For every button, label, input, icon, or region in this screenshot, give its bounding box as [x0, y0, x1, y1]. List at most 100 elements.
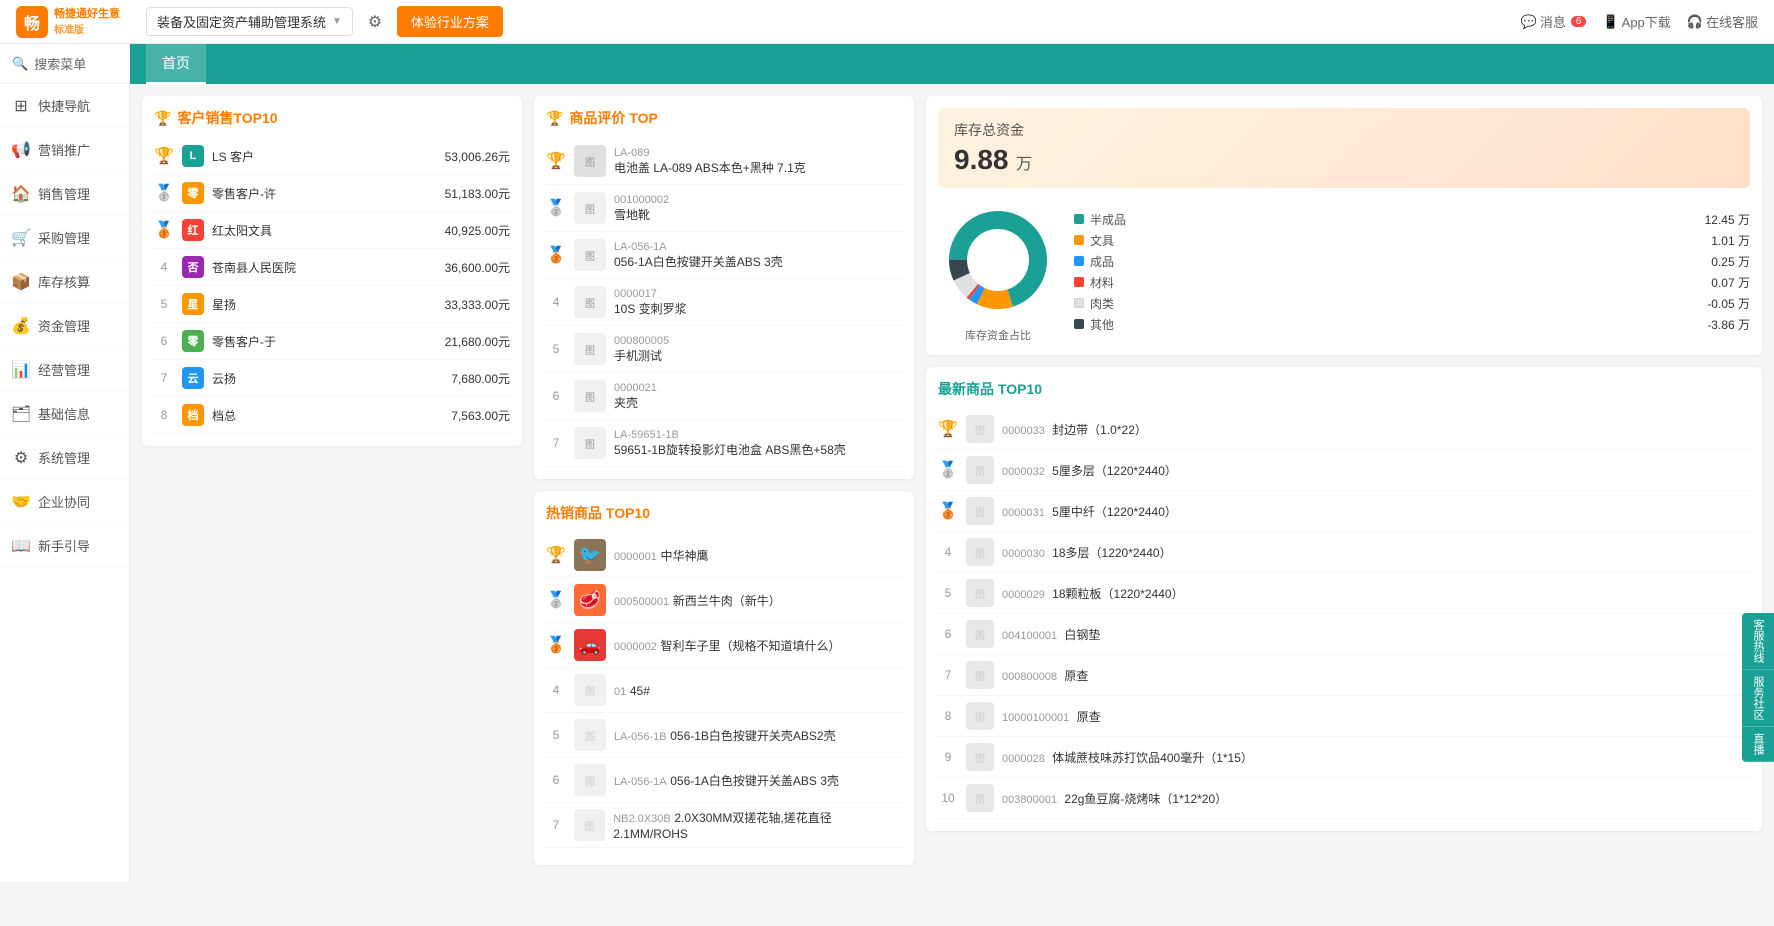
- sidebar-item-inventory[interactable]: 📦 库存核算: [0, 260, 129, 304]
- new-product-img: 图: [966, 661, 994, 689]
- inventory-card: 库存总资金 9.88 万: [926, 96, 1762, 355]
- customer-avatar: 零: [182, 182, 204, 204]
- sidebar-item-guide[interactable]: 📖 新手引导: [0, 524, 129, 568]
- customer-amount: 53,006.26元: [445, 148, 510, 165]
- new-product-info: 000800008 原查: [1002, 667, 1750, 684]
- legend-color-dot: [1074, 235, 1084, 245]
- product-info: 0000001 中华神鹰: [614, 547, 708, 564]
- list-item: 8 图 0000011 12070519-xs: [546, 848, 902, 853]
- topbar-right: 💬 消息 6 📱 App下载 🎧 在线客服: [1521, 12, 1758, 31]
- sidebar-item-label: 快捷导航: [38, 96, 90, 115]
- product-rating-item: 7 图 LA-59651-1B 59651-1B旋转投影灯电池盒 ABS黑色+5…: [546, 420, 902, 467]
- system-icon: ⚙: [12, 449, 30, 467]
- cs-live-button[interactable]: 直播: [1742, 727, 1774, 762]
- sidebar-item-quick-nav[interactable]: ⊞ 快捷导航: [0, 84, 129, 128]
- product-info: 01 45#: [614, 683, 650, 698]
- cs-community-button[interactable]: 服务社区: [1742, 670, 1774, 727]
- cs-hotline-button[interactable]: 客服热线: [1742, 613, 1774, 670]
- message-icon: 💬: [1521, 14, 1537, 30]
- new-products-title: 最新商品 TOP10: [938, 379, 1750, 399]
- trial-button[interactable]: 体验行业方案: [397, 6, 503, 37]
- product-rating-item: 🏆 图 LA-089 电池盖 LA-089 ABS本色+黑种 7.1克: [546, 138, 902, 185]
- product-name: 夹壳: [614, 394, 902, 411]
- legend-item-4: 肉类 -0.05 万: [1074, 293, 1750, 314]
- list-item: 6 图 004100001 白钢垫: [938, 614, 1750, 655]
- inventory-amount-display: 9.88 万: [954, 144, 1734, 176]
- sidebar-item-label: 系统管理: [38, 448, 90, 467]
- rank-item: 🏆 L LS 客户 53,006.26元: [154, 138, 510, 175]
- trophy2-icon: 🏆: [546, 110, 563, 127]
- product-rating-title: 🏆 商品评价 TOP: [546, 108, 902, 128]
- customer-name: 零售客户-许: [212, 185, 437, 202]
- customer-name: LS 客户: [212, 148, 437, 165]
- customer-amount: 51,183.00元: [445, 185, 510, 202]
- customer-rank-list: 🏆 L LS 客户 53,006.26元 🥈 零 零售客户-许 51,183.0…: [154, 138, 510, 434]
- finance-icon: 💰: [12, 317, 30, 335]
- legend-color-dot: [1074, 319, 1084, 329]
- sidebar-search[interactable]: 🔍 搜索菜单: [0, 44, 129, 84]
- product-rating-item: 5 图 000800005 手机测试: [546, 326, 902, 373]
- message-badge: 6: [1571, 16, 1587, 27]
- sidebar-item-system[interactable]: ⚙ 系统管理: [0, 436, 129, 480]
- settings-icon[interactable]: ⚙: [361, 8, 389, 36]
- sidebar-item-purchase[interactable]: 🛒 采购管理: [0, 216, 129, 260]
- logo-sub: 标准版: [54, 21, 120, 36]
- product-img: 图: [574, 427, 606, 459]
- sidebar-item-cooperation[interactable]: 🤝 企业协同: [0, 480, 129, 524]
- list-item: 4 图 01 45#: [546, 668, 902, 713]
- product-name: 雪地靴: [614, 206, 902, 223]
- page-nav: 首页: [130, 44, 1774, 84]
- online-service-item[interactable]: 🎧 在线客服: [1687, 12, 1758, 31]
- list-item: 7 图 NB2.0X30B 2.0X30MM双搓花轴,搓花直径2.1MM/ROH…: [546, 803, 902, 848]
- inventory-unit: 万: [1016, 156, 1032, 173]
- customer-avatar: 零: [182, 330, 204, 352]
- new-product-info: 0000031 5厘中纤（1220*2440）: [1002, 503, 1750, 520]
- list-item: 9 图 0000028 体城蔗枝味苏打饮品400毫升（1*15）: [938, 737, 1750, 778]
- product-rating-item: 4 图 0000017 10S 变刺罗浆: [546, 279, 902, 326]
- legend-color-dot: [1074, 214, 1084, 224]
- sidebar-item-label: 企业协同: [38, 492, 90, 511]
- app-download-item[interactable]: 📱 App下载: [1602, 12, 1670, 31]
- sidebar-item-operations[interactable]: 📊 经营管理: [0, 348, 129, 392]
- purchase-icon: 🛒: [12, 229, 30, 247]
- sidebar-item-label: 营销推广: [38, 140, 90, 159]
- rank-item: 🥈 零 零售客户-许 51,183.00元: [154, 175, 510, 212]
- sidebar-item-sales[interactable]: 🏠 销售管理: [0, 172, 129, 216]
- nav-home[interactable]: 首页: [146, 44, 206, 84]
- message-item[interactable]: 💬 消息 6: [1521, 12, 1587, 31]
- product-img: 图: [574, 333, 606, 365]
- hot-products-list: 🏆 🐦 0000001 中华神鹰 🥈 🥩: [546, 533, 902, 853]
- inventory-header: 库存总资金 9.88 万: [938, 108, 1750, 188]
- legend-item-1: 文具 1.01 万: [1074, 230, 1750, 251]
- medal-icon: 🥈: [546, 198, 566, 218]
- product-thumbnail: 图: [574, 764, 606, 796]
- customer-amount: 7,563.00元: [451, 407, 510, 424]
- sidebar-item-label: 采购管理: [38, 228, 90, 247]
- legend-item-3: 材料 0.07 万: [1074, 272, 1750, 293]
- product-name: 10S 变刺罗浆: [614, 300, 902, 317]
- sidebar-item-finance[interactable]: 💰 资金管理: [0, 304, 129, 348]
- product-code: 001000002: [614, 194, 902, 206]
- sidebar-item-label: 基础信息: [38, 404, 90, 423]
- list-item: 🏆 🐦 0000001 中华神鹰: [546, 533, 902, 578]
- sidebar-item-basics[interactable]: 🗂 基础信息: [0, 392, 129, 436]
- sidebar-item-label: 库存核算: [38, 272, 90, 291]
- customer-amount: 7,680.00元: [451, 370, 510, 387]
- new-products-list: 🏆 图 0000033 封边带（1.0*22） 🥈 图 0000032 5厘多层…: [938, 409, 1750, 819]
- sidebar-item-marketing[interactable]: 📢 营销推广: [0, 128, 129, 172]
- trophy-icon: 🏆: [154, 110, 171, 127]
- right-column: 库存总资金 9.88 万: [926, 96, 1762, 872]
- new-product-info: 0000028 体城蔗枝味苏打饮品400毫升（1*15）: [1002, 749, 1750, 766]
- list-item: 🥈 🥩 000500001 新西兰牛肉（新牛）: [546, 578, 902, 623]
- customer-avatar: 红: [182, 219, 204, 241]
- rank-item: 5 星 星扬 33,333.00元: [154, 286, 510, 323]
- system-selector[interactable]: 装备及固定资产辅助管理系统 ▼: [146, 7, 353, 36]
- product-img: 图: [574, 380, 606, 412]
- operations-icon: 📊: [12, 361, 30, 379]
- product-img: 图: [574, 145, 606, 177]
- basics-icon: 🗂: [12, 405, 30, 423]
- customer-amount: 40,925.00元: [445, 222, 510, 239]
- medal-3-icon: 🥉: [154, 220, 174, 240]
- customer-avatar: 否: [182, 256, 204, 278]
- inventory-icon: 📦: [12, 273, 30, 291]
